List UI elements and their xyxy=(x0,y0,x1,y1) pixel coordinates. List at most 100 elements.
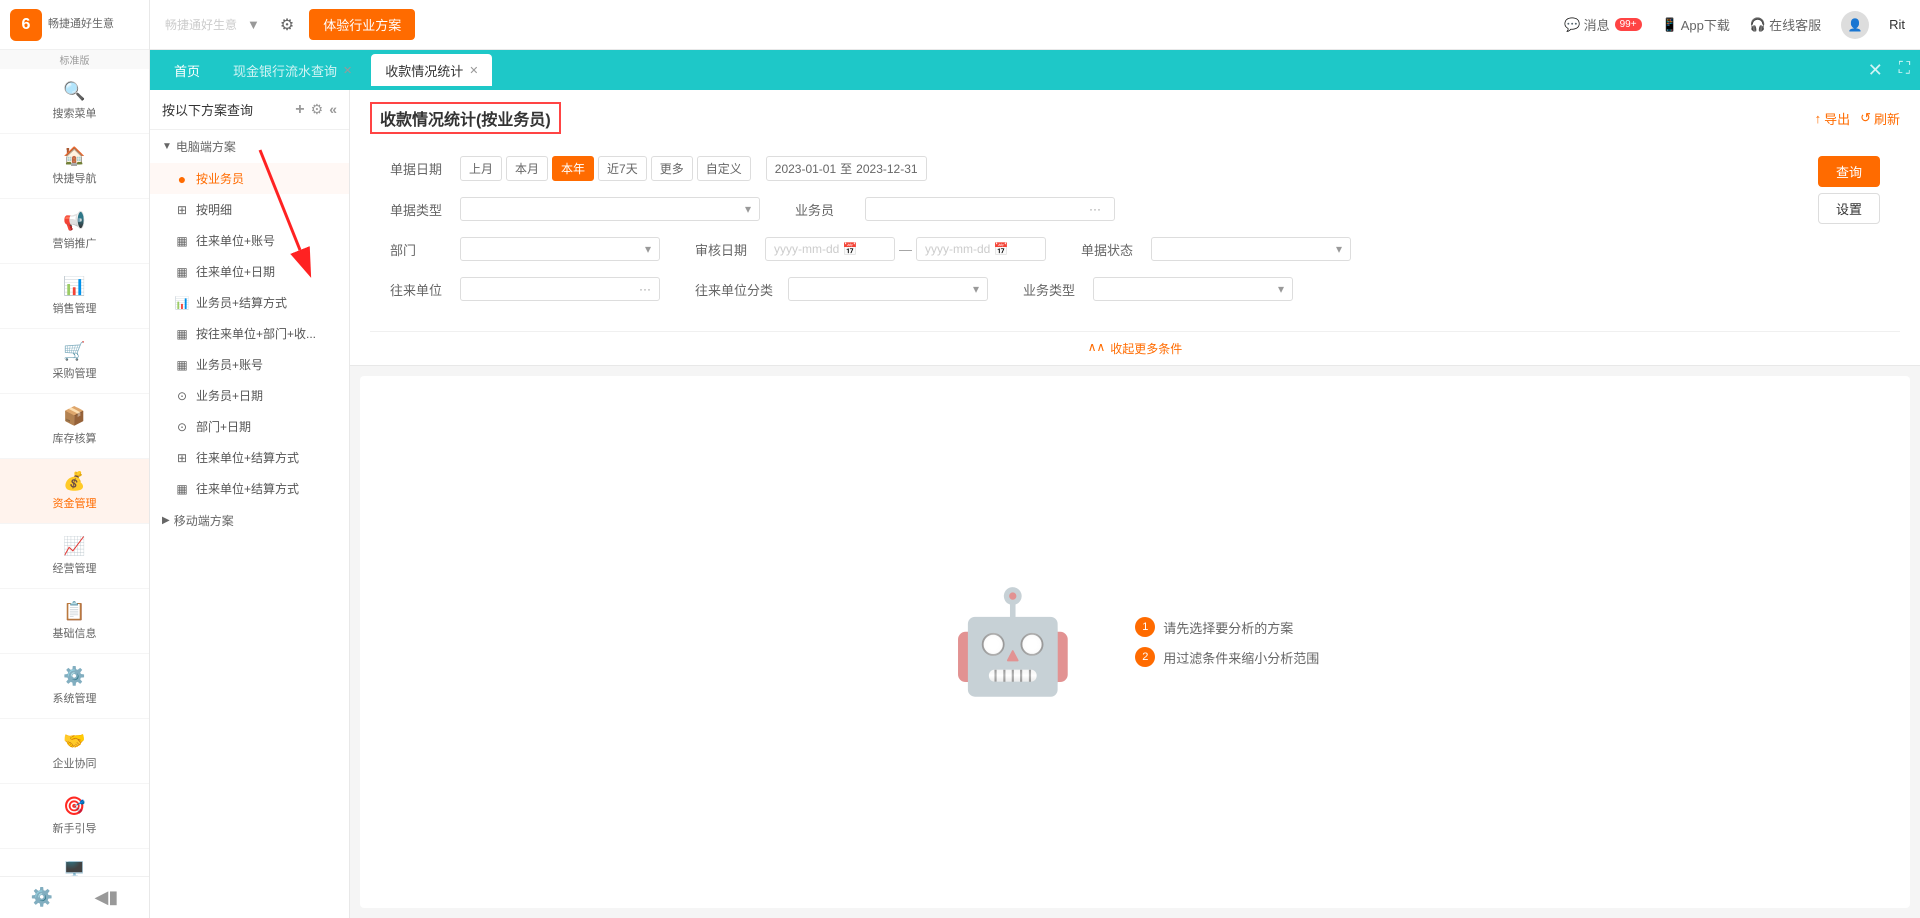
salesperson-select[interactable]: ··· xyxy=(865,197,1115,221)
sidebar-item-system[interactable]: ⚙️ 系统管理 xyxy=(0,654,149,719)
review-date-label: 审核日期 xyxy=(695,240,750,259)
doc-status-select[interactable]: ▾ xyxy=(1151,237,1351,261)
refresh-button[interactable]: ↺ 刷新 xyxy=(1860,109,1900,128)
left-panel-title: 按以下方案查询 xyxy=(162,100,253,119)
partner-select[interactable]: ··· xyxy=(460,277,660,301)
main-content: 畅捷通好生意 ▼ ⚙ 体验行业方案 💬 消息 99+ 📱 App下载 🎧 在线客… xyxy=(150,0,1920,918)
date-tab-last7days[interactable]: 近7天 xyxy=(598,156,647,181)
doc-type-chevron: ▾ xyxy=(745,202,751,216)
scheme-dept-date[interactable]: ⊙ 部门+日期 xyxy=(150,411,349,442)
scheme-by-detail[interactable]: ⊞ 按明细 xyxy=(150,194,349,225)
tab-bank-flow-label: 现金银行流水查询 xyxy=(233,61,337,80)
window-resize-icon[interactable]: ⛶ xyxy=(1899,60,1910,81)
export-icon: ↑ xyxy=(1815,111,1822,126)
left-panel: 按以下方案查询 + ⚙ « ▼ 电脑端方案 ● 按业务员 ⊞ xyxy=(150,90,350,918)
salesperson-label: 业务员 xyxy=(795,200,850,219)
online-service-link[interactable]: 🎧 在线客服 xyxy=(1750,15,1821,34)
sidebar-item-enterprise[interactable]: 🤝 企业协同 xyxy=(0,719,149,784)
tab-receipt-stats-close[interactable]: ✕ xyxy=(469,64,478,77)
topbar-settings-icon[interactable]: ⚙ xyxy=(280,15,294,35)
sidebar-item-guide[interactable]: 🎯 新手引导 xyxy=(0,784,149,849)
date-tabs: 上月 本月 本年 近7天 更多 自定义 xyxy=(460,156,751,181)
service-icon: 🎧 xyxy=(1750,17,1766,33)
operations-icon: 📈 xyxy=(63,536,85,557)
dept-chevron: ▾ xyxy=(645,242,651,256)
trial-button[interactable]: 体验行业方案 xyxy=(309,9,415,40)
empty-step-2: 2 用过滤条件来缩小分析范围 xyxy=(1135,647,1319,667)
date-tab-more[interactable]: 更多 xyxy=(651,156,693,181)
detail-scheme-label: 按明细 xyxy=(196,201,232,218)
review-calendar-to[interactable]: 📅 xyxy=(994,242,1009,256)
partner-dept-label: 按往来单位+部门+收... xyxy=(196,325,316,342)
sidebar-item-operations[interactable]: 📈 经营管理 xyxy=(0,524,149,589)
mobile-scheme-group: ▶ 移动端方案 xyxy=(150,504,349,537)
export-button[interactable]: ↑ 导出 xyxy=(1815,109,1851,128)
edition-badge: 标准版 xyxy=(0,50,149,69)
messages-link[interactable]: 💬 消息 99+ xyxy=(1564,15,1641,34)
business-type-select[interactable]: ▾ xyxy=(1093,277,1293,301)
sidebar-item-purchase[interactable]: 🛒 采购管理 xyxy=(0,329,149,394)
scheme-salesperson-account[interactable]: ▦ 业务员+账号 xyxy=(150,349,349,380)
sidebar-item-sales[interactable]: 📊 销售管理 xyxy=(0,264,149,329)
review-from-placeholder: yyyy-mm-dd xyxy=(774,242,839,256)
partner-category-select[interactable]: ▾ xyxy=(788,277,988,301)
review-date-to[interactable]: yyyy-mm-dd 📅 xyxy=(916,237,1046,261)
salesperson-account-icon: ▦ xyxy=(174,357,190,373)
sidebar-settings-icon[interactable]: ⚙️ xyxy=(31,887,53,908)
scheme-salesperson-settlement[interactable]: 📊 业务员+结算方式 xyxy=(150,287,349,318)
scheme-salesperson-date[interactable]: ⊙ 业务员+日期 xyxy=(150,380,349,411)
scheme-by-salesperson[interactable]: ● 按业务员 xyxy=(150,163,349,194)
quick-nav-icon: 🏠 xyxy=(63,146,85,167)
add-scheme-icon[interactable]: + xyxy=(295,101,304,119)
mobile-group-label: 移动端方案 xyxy=(174,512,234,529)
scheme-partner-date[interactable]: ▦ 往来单位+日期 xyxy=(150,256,349,287)
scheme-by-partner-dept[interactable]: ▦ 按往来单位+部门+收... xyxy=(150,318,349,349)
desktop-scheme-group: ▼ 电脑端方案 ● 按业务员 ⊞ 按明细 ▦ 往来单位+账号 ▦ 往来单位+ xyxy=(150,130,349,504)
scheme-partner-settlement2[interactable]: ▦ 往来单位+结算方式 xyxy=(150,473,349,504)
sidebar: 6 畅捷通好生意 标准版 🔍 搜索菜单 🏠 快捷导航 📢 营销推广 📊 销售管理… xyxy=(0,0,150,918)
tab-home[interactable]: 首页 xyxy=(160,54,214,86)
scheme-partner-account[interactable]: ▦ 往来单位+账号 xyxy=(150,225,349,256)
sidebar-collapse-icon[interactable]: ◀▮ xyxy=(95,887,119,908)
sidebar-item-search-menu[interactable]: 🔍 搜索菜单 xyxy=(0,69,149,134)
dept-date-label: 部门+日期 xyxy=(196,418,251,435)
topbar-dropdown-icon[interactable]: ▼ xyxy=(247,17,260,32)
operations-label: 经营管理 xyxy=(53,560,97,576)
filter-row-type: 单据类型 ▾ 业务员 ··· xyxy=(390,197,1803,221)
tab-bank-flow-close[interactable]: ✕ xyxy=(343,64,352,77)
scheme-partner-settlement1[interactable]: ⊞ 往来单位+结算方式 xyxy=(150,442,349,473)
purchase-icon: 🛒 xyxy=(63,341,85,362)
sidebar-item-basic-info[interactable]: 📋 基础信息 xyxy=(0,589,149,654)
window-close-icon[interactable]: ✕ xyxy=(1868,60,1883,81)
tab-receipt-stats[interactable]: 收款情况统计 ✕ xyxy=(371,54,492,86)
tab-receipt-stats-label: 收款情况统计 xyxy=(385,61,463,80)
mobile-group-title[interactable]: ▶ 移动端方案 xyxy=(150,504,349,537)
tab-bank-flow[interactable]: 现金银行流水查询 ✕ xyxy=(219,54,366,86)
sidebar-item-finance[interactable]: 💰 资金管理 xyxy=(0,459,149,524)
scheme-settings-icon[interactable]: ⚙ xyxy=(311,101,324,119)
settings-button[interactable]: 设置 xyxy=(1818,193,1880,224)
partner-more-btn[interactable]: ··· xyxy=(639,282,651,296)
sidebar-item-inventory[interactable]: 📦 库存核算 xyxy=(0,394,149,459)
detail-scheme-icon: ⊞ xyxy=(174,202,190,218)
collapse-more-button[interactable]: ∧∧ 收起更多条件 xyxy=(370,331,1900,365)
review-date-from[interactable]: yyyy-mm-dd 📅 xyxy=(765,237,895,261)
scheme-collapse-icon[interactable]: « xyxy=(329,101,337,119)
document-type-select[interactable]: ▾ xyxy=(460,197,760,221)
review-calendar-from[interactable]: 📅 xyxy=(843,242,858,256)
date-tab-last-month[interactable]: 上月 xyxy=(460,156,502,181)
date-tab-custom[interactable]: 自定义 xyxy=(697,156,751,181)
date-tab-this-month[interactable]: 本月 xyxy=(506,156,548,181)
date-tab-this-year[interactable]: 本年 xyxy=(552,156,594,181)
sidebar-item-hardware[interactable]: 🖥️ 智能硬件 xyxy=(0,849,149,876)
desktop-group-title[interactable]: ▼ 电脑端方案 xyxy=(150,130,349,163)
sidebar-item-quick-nav[interactable]: 🏠 快捷导航 xyxy=(0,134,149,199)
app-download-link[interactable]: 📱 App下载 xyxy=(1662,15,1730,34)
system-label: 系统管理 xyxy=(53,690,97,706)
user-avatar[interactable]: 👤 xyxy=(1841,11,1869,39)
step-1-text: 请先选择要分析的方案 xyxy=(1163,618,1293,637)
query-button[interactable]: 查询 xyxy=(1818,156,1880,187)
department-select[interactable]: ▾ xyxy=(460,237,660,261)
sidebar-item-marketing[interactable]: 📢 营销推广 xyxy=(0,199,149,264)
salesperson-more-icon[interactable]: ··· xyxy=(1089,202,1101,216)
